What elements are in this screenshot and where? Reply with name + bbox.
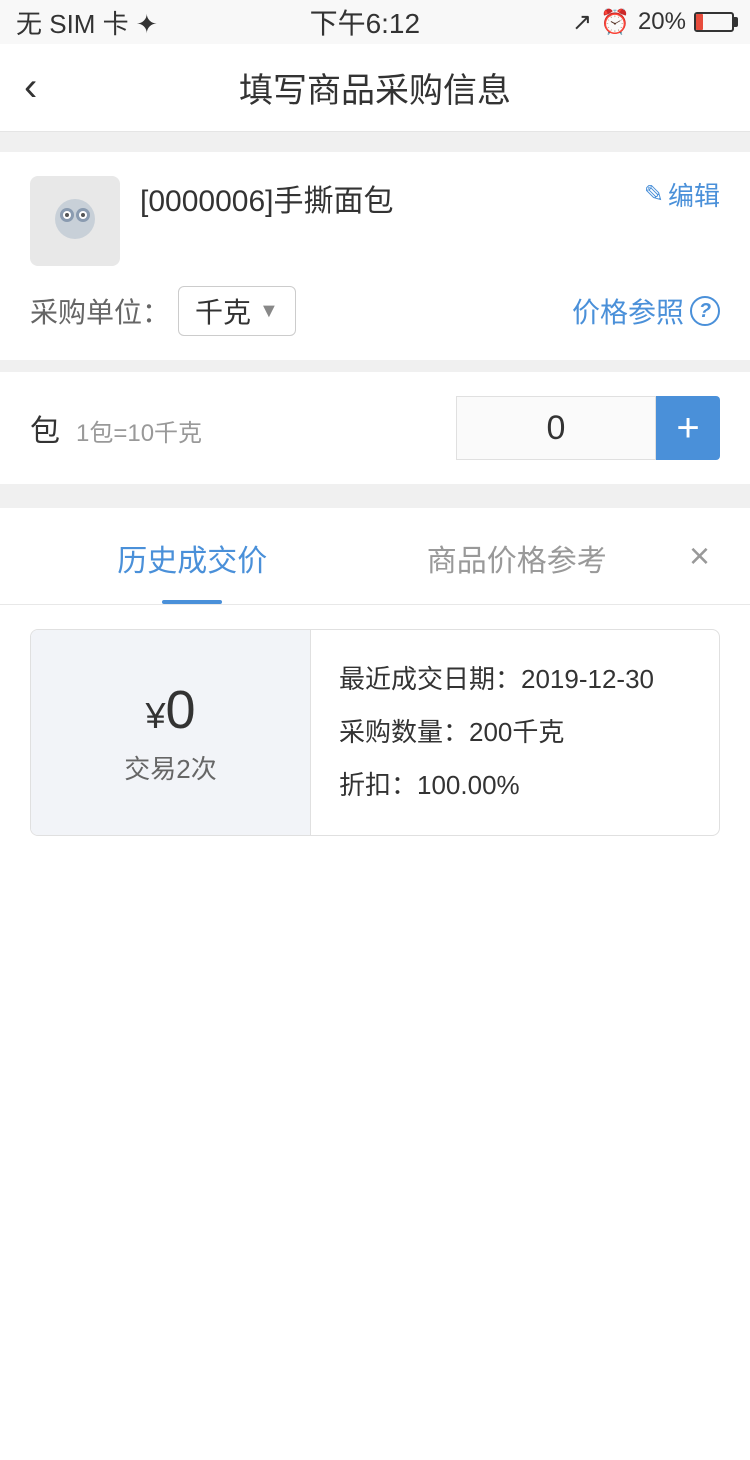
- discount-label: 折扣：: [339, 770, 417, 800]
- currency-symbol: ¥: [145, 695, 165, 736]
- battery-icon: [694, 12, 734, 32]
- product-name-text: 手撕面包: [273, 185, 393, 218]
- product-header: [0000006]手撕面包 ✎ 编辑: [30, 176, 720, 266]
- recent-date-label: 最近成交日期：: [339, 664, 521, 694]
- purchase-quantity-label: 采购数量：: [339, 717, 469, 747]
- transaction-left: ¥0 交易2次: [31, 630, 311, 835]
- status-right: ↗ ⏰ 20%: [572, 8, 734, 37]
- back-button[interactable]: ‹: [24, 65, 37, 110]
- status-time: 下午6:12: [310, 2, 421, 42]
- transaction-list: ¥0 交易2次 最近成交日期：2019-12-30 采购数量：200千克 折扣：…: [0, 605, 750, 860]
- product-logo-icon: [45, 191, 105, 251]
- recent-date-row: 最近成交日期：2019-12-30: [339, 660, 691, 699]
- section-divider-2: [0, 484, 750, 496]
- purchase-quantity-row: 采购数量：200千克: [339, 713, 691, 752]
- transaction-card: ¥0 交易2次 最近成交日期：2019-12-30 采购数量：200千克 折扣：…: [30, 629, 720, 836]
- edit-button[interactable]: ✎ 编辑: [644, 176, 720, 213]
- quantity-input-group: +: [456, 396, 720, 460]
- tab-history-price[interactable]: 历史成交价: [30, 508, 354, 604]
- product-id: [0000006]: [140, 185, 273, 218]
- page-title: 填写商品采购信息: [239, 63, 511, 112]
- product-left: [0000006]手撕面包: [30, 176, 393, 266]
- status-bar: 无 SIM 卡 ✦ 下午6:12 ↗ ⏰ 20%: [0, 0, 750, 44]
- section-divider-1: [0, 360, 750, 372]
- edit-icon: ✎: [644, 180, 664, 209]
- quantity-left: 包 1包=10千克: [30, 406, 202, 450]
- location-icon: ↗: [572, 8, 592, 37]
- tab-history-price-label: 历史成交价: [117, 545, 267, 578]
- tabs-close-button[interactable]: ×: [679, 515, 720, 597]
- price-ref-label: 价格参照: [572, 291, 684, 331]
- quantity-input[interactable]: [456, 396, 656, 460]
- discount-row: 折扣：100.00%: [339, 766, 691, 805]
- unit-select-dropdown[interactable]: 千克 ▼: [178, 286, 296, 336]
- discount-value: 100.00%: [417, 770, 520, 800]
- unit-selected-value: 千克: [195, 291, 251, 331]
- transaction-price-value: 0: [165, 680, 195, 740]
- tabs-container: 历史成交价 商品价格参考 × ¥0 交易2次 最近成交日期：2019-12-30…: [0, 508, 750, 860]
- tabs-header: 历史成交价 商品价格参考 ×: [0, 508, 750, 605]
- quantity-conversion: 1包=10千克: [76, 413, 202, 448]
- alarm-icon: ⏰: [600, 8, 630, 37]
- nav-bar: ‹ 填写商品采购信息: [0, 44, 750, 132]
- unit-label: 采购单位：: [30, 291, 170, 331]
- status-left: 无 SIM 卡 ✦: [16, 4, 158, 41]
- product-image: [30, 176, 120, 266]
- quantity-unit-badge: 包: [30, 406, 60, 450]
- battery-percent: 20%: [638, 8, 686, 36]
- battery-fill: [696, 14, 703, 30]
- product-section: [0000006]手撕面包 ✎ 编辑 采购单位： 千克 ▼ 价格参照 ?: [0, 152, 750, 360]
- transaction-count: 交易2次: [124, 749, 216, 786]
- quantity-row: 包 1包=10千克 +: [0, 372, 750, 484]
- price-reference-button[interactable]: 价格参照 ?: [572, 291, 720, 331]
- tab-product-price-ref-label: 商品价格参考: [427, 545, 607, 578]
- sim-signal-text: 无 SIM 卡 ✦: [16, 4, 158, 41]
- dropdown-arrow-icon: ▼: [259, 300, 279, 323]
- product-unit-row: 采购单位： 千克 ▼ 价格参照 ?: [30, 286, 720, 336]
- purchase-quantity-value: 200千克: [469, 717, 564, 747]
- product-name: [0000006]手撕面包: [140, 176, 393, 220]
- transaction-price: ¥0: [145, 679, 195, 741]
- edit-label: 编辑: [668, 176, 720, 213]
- unit-row-left: 采购单位： 千克 ▼: [30, 286, 296, 336]
- transaction-right: 最近成交日期：2019-12-30 采购数量：200千克 折扣：100.00%: [311, 630, 719, 835]
- bottom-area: [0, 860, 750, 1460]
- quantity-plus-button[interactable]: +: [656, 396, 720, 460]
- recent-date-value: 2019-12-30: [521, 664, 654, 694]
- tab-product-price-ref[interactable]: 商品价格参考: [354, 508, 678, 604]
- price-ref-info-icon: ?: [690, 296, 720, 326]
